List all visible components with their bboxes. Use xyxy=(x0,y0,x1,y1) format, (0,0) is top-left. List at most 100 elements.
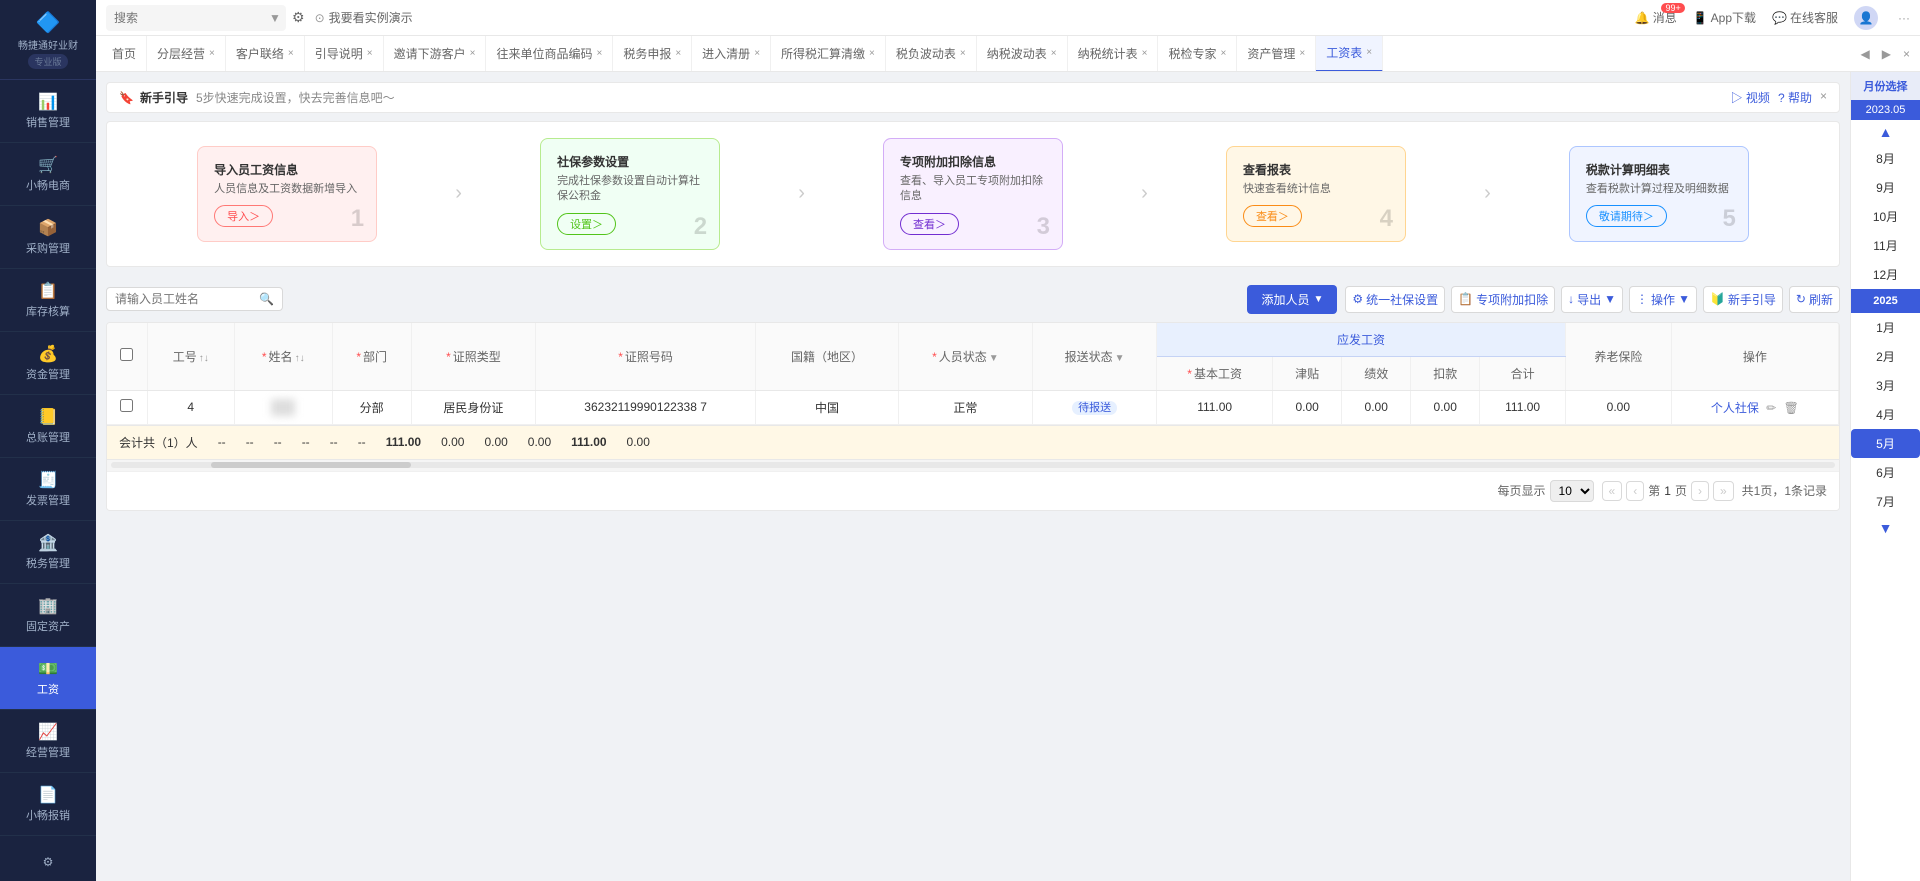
filter-report-icon[interactable]: ▼ xyxy=(1115,353,1125,364)
month-down-btn[interactable]: ▼ xyxy=(1875,516,1897,540)
month-8[interactable]: 8月 xyxy=(1851,144,1920,173)
select-all-checkbox[interactable] xyxy=(120,348,133,361)
tab-next-btn[interactable]: ▶ xyxy=(1878,45,1895,63)
close-payroll-icon[interactable]: × xyxy=(1366,47,1372,58)
sort-employee-no-icon[interactable]: ↑↓ xyxy=(199,353,209,364)
first-page-btn[interactable]: « xyxy=(1602,481,1623,501)
month-11[interactable]: 11月 xyxy=(1851,231,1920,260)
close-clearbook-icon[interactable]: × xyxy=(754,48,760,59)
scrollbar-thumb[interactable] xyxy=(211,462,411,468)
operations-btn[interactable]: ⋮ 操作 ▼ xyxy=(1629,286,1697,313)
refresh-btn[interactable]: ↻ 刷新 xyxy=(1789,286,1840,313)
close-invite-icon[interactable]: × xyxy=(470,48,476,59)
month-9[interactable]: 9月 xyxy=(1851,173,1920,202)
next-page-btn[interactable]: › xyxy=(1691,481,1709,501)
month-up-btn[interactable]: ▲ xyxy=(1875,120,1897,144)
guide-close-btn[interactable]: × xyxy=(1820,89,1827,106)
tab-tax-check[interactable]: 税检专家 × xyxy=(1158,36,1237,72)
guide-help-btn[interactable]: ? 帮助 xyxy=(1778,89,1812,106)
sidebar-item-tax[interactable]: 🏦 税务管理 xyxy=(0,521,96,584)
month-12[interactable]: 12月 xyxy=(1851,260,1920,289)
close-tax-check-icon[interactable]: × xyxy=(1220,48,1226,59)
tab-asset-mgmt[interactable]: 资产管理 × xyxy=(1237,36,1316,72)
topbar-dropdown-icon[interactable]: ▼ xyxy=(269,11,281,25)
topbar-search-input[interactable] xyxy=(114,11,269,25)
employee-search-input[interactable] xyxy=(115,292,255,306)
tab-payroll[interactable]: 工资表 × xyxy=(1316,36,1383,72)
scrollbar-track[interactable] xyxy=(111,462,1835,468)
tab-contact[interactable]: 客户联络 × xyxy=(226,36,305,72)
newbie-guide-btn[interactable]: 🔰 新手引导 xyxy=(1703,286,1783,313)
search-icon[interactable]: 🔍 xyxy=(259,292,274,306)
close-layered-icon[interactable]: × xyxy=(209,48,215,59)
sidebar-item-ledger[interactable]: 📒 总账管理 xyxy=(0,395,96,458)
delete-row-icon[interactable]: 🗑 xyxy=(1784,401,1799,415)
month-6[interactable]: 6月 xyxy=(1851,458,1920,487)
topbar-demo-link[interactable]: 我要看实例演示 xyxy=(315,9,413,26)
topbar-service-btn[interactable]: 💬 在线客服 xyxy=(1772,9,1838,26)
close-tax-stats-icon[interactable]: × xyxy=(1142,48,1148,59)
topbar-app-btn[interactable]: 📱 App下载 xyxy=(1693,9,1756,26)
sidebar-item-inventory[interactable]: 📋 库存核算 xyxy=(0,269,96,332)
step-3-btn[interactable]: 查看＞ xyxy=(900,213,959,235)
tab-clearbook[interactable]: 进入清册 × xyxy=(692,36,771,72)
row-select-checkbox[interactable] xyxy=(120,399,133,412)
sidebar-item-finance[interactable]: 💰 资金管理 xyxy=(0,332,96,395)
step-2-btn[interactable]: 设置＞ xyxy=(557,213,616,235)
topbar-search-box[interactable]: ▼ xyxy=(106,5,286,31)
step-4-btn[interactable]: 查看＞ xyxy=(1243,205,1302,227)
close-guide-icon[interactable]: × xyxy=(367,48,373,59)
tab-layered[interactable]: 分层经营 × xyxy=(147,36,226,72)
user-avatar[interactable]: 👤 xyxy=(1854,6,1878,30)
special-deduction-btn[interactable]: 📋 专项附加扣除 xyxy=(1451,286,1555,313)
step-5-btn[interactable]: 敬请期待＞ xyxy=(1586,205,1667,227)
month-5[interactable]: 5月 xyxy=(1851,429,1920,458)
sidebar-item-invoice[interactable]: 🧾 发票管理 xyxy=(0,458,96,521)
sidebar-item-payroll[interactable]: 💵 工资 xyxy=(0,647,96,710)
sidebar-item-operations[interactable]: 📈 经营管理 xyxy=(0,710,96,773)
topbar-gear-icon[interactable]: ⚙ xyxy=(292,9,305,26)
horizontal-scrollbar[interactable] xyxy=(107,459,1839,471)
tab-income-tax[interactable]: 所得税汇算清缴 × xyxy=(771,36,886,72)
month-7[interactable]: 7月 xyxy=(1851,487,1920,516)
sidebar-item-expense[interactable]: 📄 小畅报销 xyxy=(0,773,96,836)
sidebar-item-ecommerce[interactable]: 🛒 小畅电商 xyxy=(0,143,96,206)
close-product-icon[interactable]: × xyxy=(596,48,602,59)
month-4[interactable]: 4月 xyxy=(1851,400,1920,429)
close-tax-burden-icon[interactable]: × xyxy=(960,48,966,59)
personal-social-insurance-btn[interactable]: 个人社保 xyxy=(1711,401,1759,415)
tab-product-code[interactable]: 往来单位商品编码 × xyxy=(486,36,613,72)
sidebar-settings[interactable]: ⚙ xyxy=(0,843,96,881)
add-employee-button[interactable]: 添加人员 ▼ xyxy=(1247,285,1337,314)
filter-status-icon[interactable]: ▼ xyxy=(989,353,999,364)
tab-home[interactable]: 首页 xyxy=(102,36,147,72)
search-box[interactable]: 🔍 xyxy=(106,287,283,311)
tab-close-all-btn[interactable]: × xyxy=(1899,45,1914,63)
sort-name-icon[interactable]: ↑↓ xyxy=(295,353,305,364)
month-3[interactable]: 3月 xyxy=(1851,371,1920,400)
topbar-more-btn[interactable]: ··· xyxy=(1898,11,1910,25)
sidebar-item-purchase[interactable]: 📦 采购管理 xyxy=(0,206,96,269)
topbar-message-btn[interactable]: 🔔 消息 99+ xyxy=(1635,9,1677,26)
close-tax-wave-icon[interactable]: × xyxy=(1051,48,1057,59)
close-tax-declare-icon[interactable]: × xyxy=(675,48,681,59)
step-1-btn[interactable]: 导入＞ xyxy=(214,205,273,227)
tab-tax-stats[interactable]: 纳税统计表 × xyxy=(1068,36,1159,72)
month-2[interactable]: 2月 xyxy=(1851,342,1920,371)
tab-prev-btn[interactable]: ◀ xyxy=(1857,45,1874,63)
month-10[interactable]: 10月 xyxy=(1851,202,1920,231)
month-1[interactable]: 1月 xyxy=(1851,313,1920,342)
tab-tax-burden[interactable]: 税负波动表 × xyxy=(886,36,977,72)
close-contact-icon[interactable]: × xyxy=(288,48,294,59)
social-security-settings-btn[interactable]: ⚙ 统一社保设置 xyxy=(1345,286,1445,313)
edit-row-icon[interactable]: ✏ xyxy=(1766,401,1776,415)
prev-page-btn[interactable]: ‹ xyxy=(1626,481,1644,501)
page-size-select[interactable]: 10 20 50 xyxy=(1550,480,1594,502)
tab-tax-wave[interactable]: 纳税波动表 × xyxy=(977,36,1068,72)
sidebar-item-assets[interactable]: 🏢 固定资产 xyxy=(0,584,96,647)
guide-video-btn[interactable]: ▷ 视频 xyxy=(1731,89,1770,106)
tab-invite[interactable]: 邀请下游客户 × xyxy=(384,36,487,72)
close-asset-icon[interactable]: × xyxy=(1299,48,1305,59)
export-btn[interactable]: ↓ 导出 ▼ xyxy=(1561,286,1623,313)
tab-tax-declare[interactable]: 税务申报 × xyxy=(613,36,692,72)
